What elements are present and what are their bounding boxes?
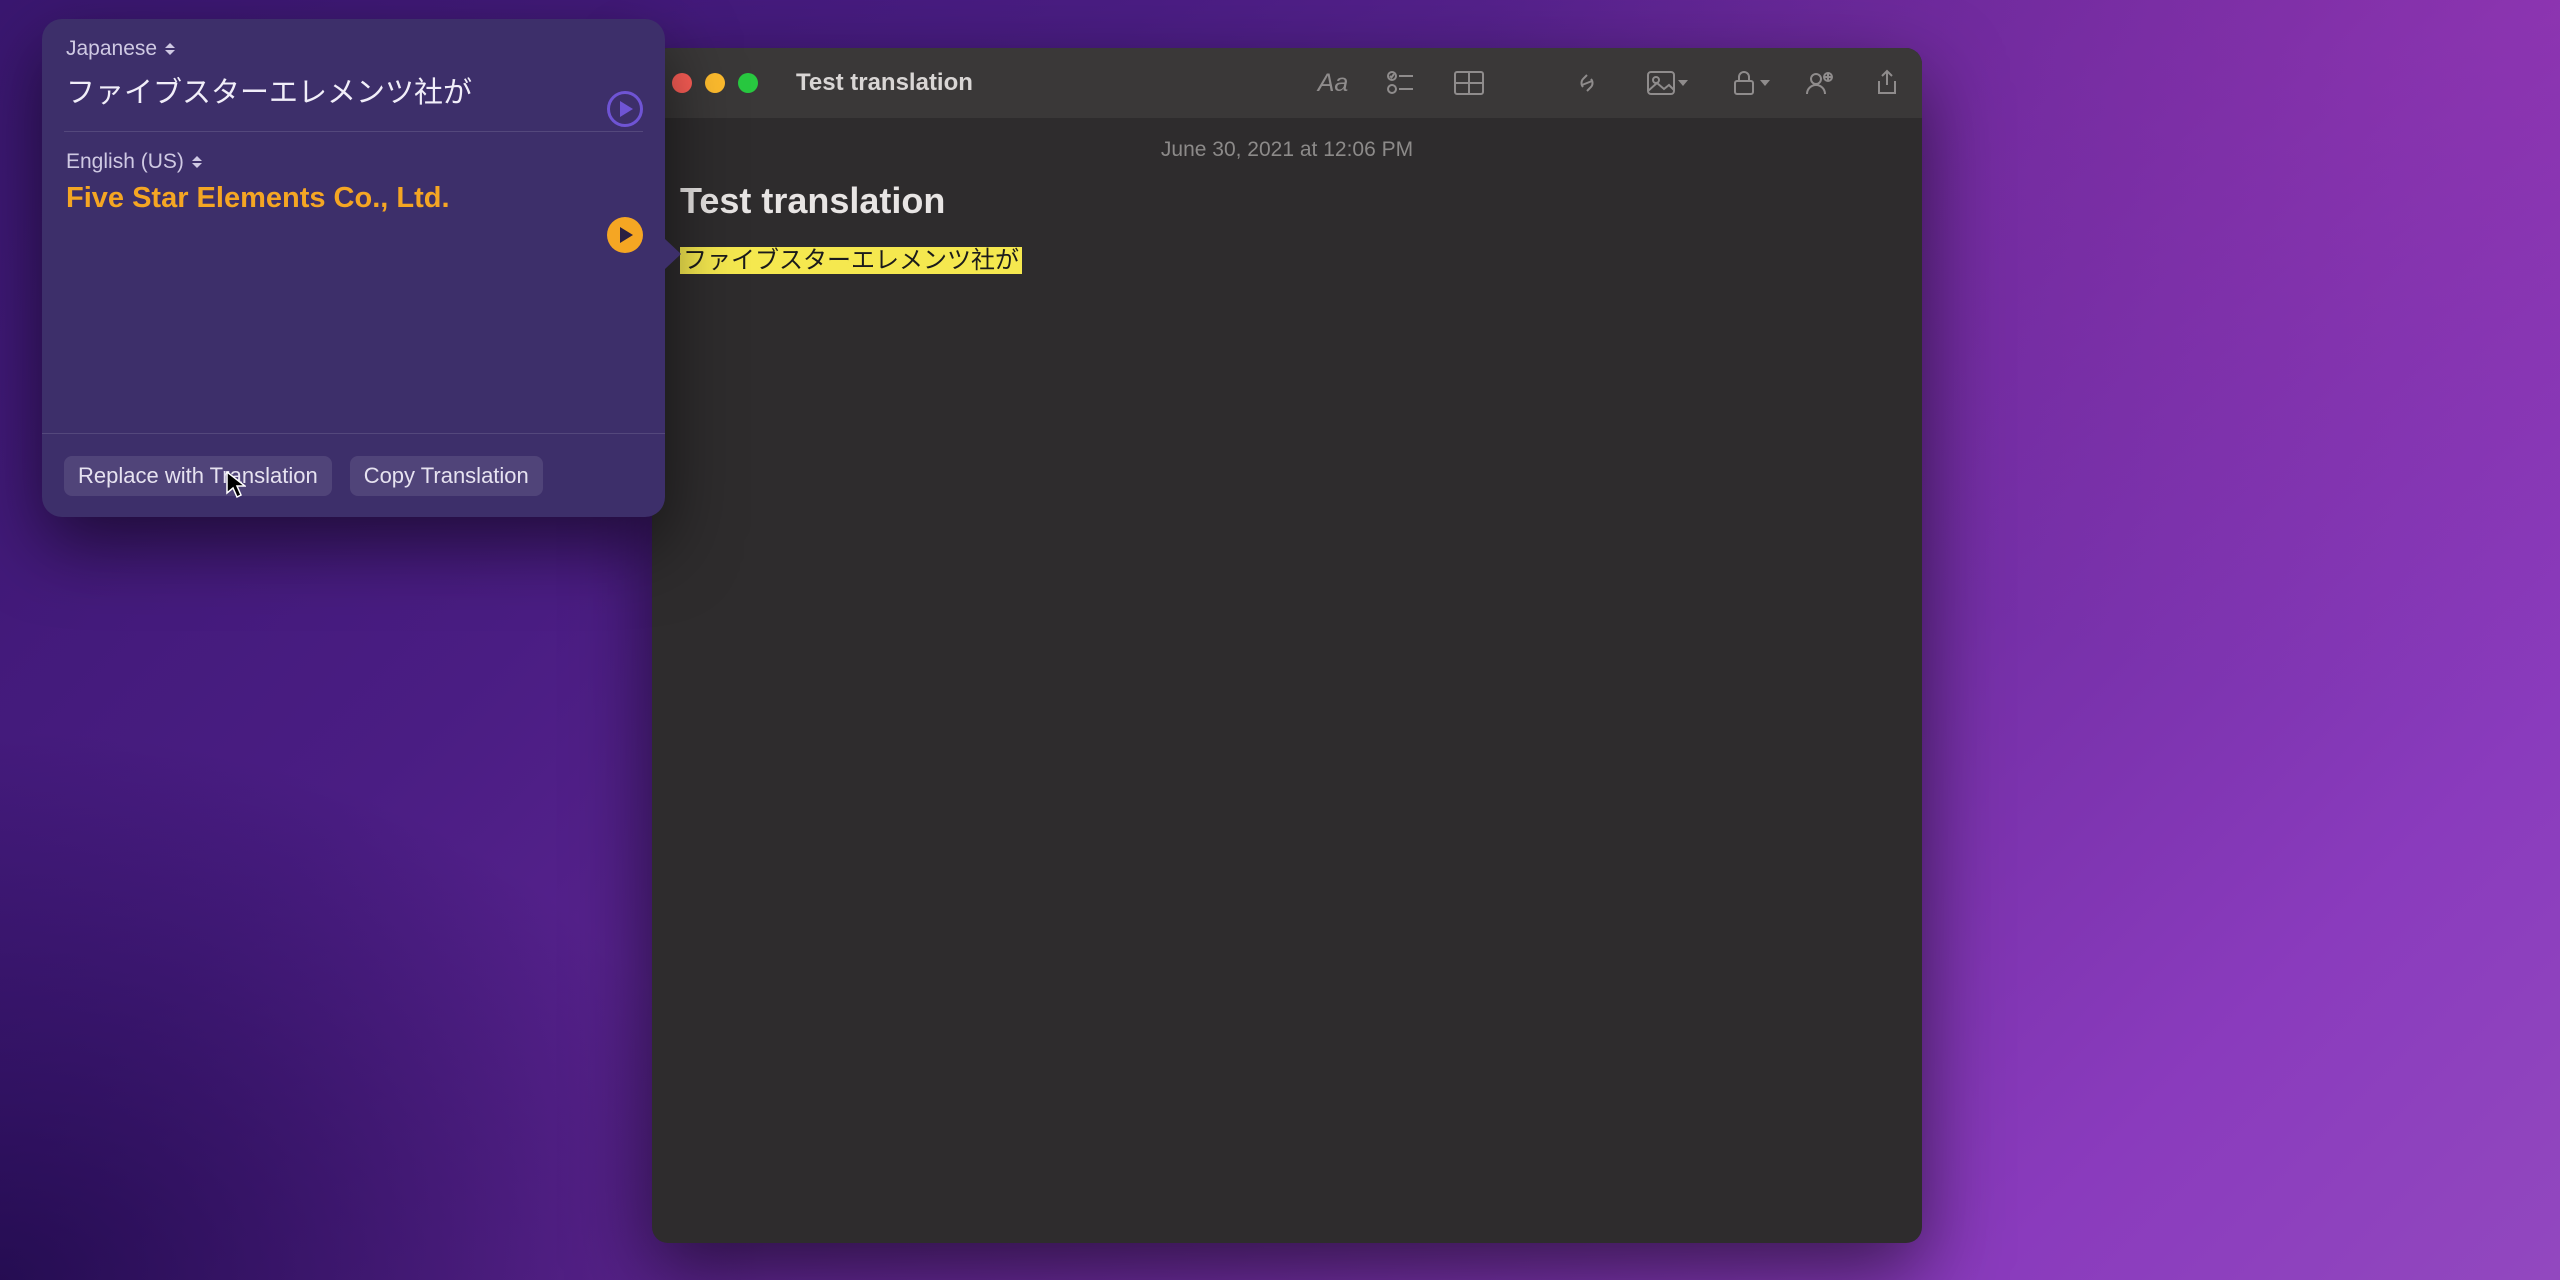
updown-icon <box>192 156 202 168</box>
table-icon[interactable] <box>1454 70 1484 96</box>
play-source-button[interactable] <box>607 91 643 127</box>
play-icon <box>620 227 633 243</box>
source-text: ファイブスターエレメンツ社が <box>66 69 591 111</box>
play-target-button[interactable] <box>607 217 643 253</box>
copy-translation-button[interactable]: Copy Translation <box>350 456 543 496</box>
close-window-button[interactable] <box>672 73 692 93</box>
traffic-lights <box>672 73 758 93</box>
target-text: Five Star Elements Co., Ltd. <box>66 182 591 215</box>
window-title: Test translation <box>796 69 973 97</box>
text-style-icon[interactable]: Aa <box>1318 70 1348 96</box>
zoom-window-button[interactable] <box>738 73 758 93</box>
source-section: Japanese ファイブスターエレメンツ社が <box>42 19 665 131</box>
media-icon[interactable] <box>1640 70 1684 96</box>
lock-icon[interactable] <box>1722 70 1766 96</box>
popover-footer: Replace with Translation Copy Translatio… <box>42 433 665 517</box>
window-titlebar: Test translation Aa <box>652 48 1922 118</box>
target-language-label: English (US) <box>66 150 184 174</box>
chevron-down-icon <box>1760 80 1770 86</box>
target-section: English (US) Five Star Elements Co., Ltd… <box>42 132 665 235</box>
source-language-selector[interactable]: Japanese <box>66 37 175 61</box>
note-date: June 30, 2021 at 12:06 PM <box>680 138 1894 162</box>
minimize-window-button[interactable] <box>705 73 725 93</box>
note-title: Test translation <box>680 180 1894 222</box>
toolbar-icons: Aa <box>1318 70 1902 96</box>
highlighted-selection[interactable]: ファイブスターエレメンツ社が <box>680 247 1022 274</box>
collaborate-icon[interactable] <box>1804 70 1834 96</box>
replace-with-translation-button[interactable]: Replace with Translation <box>64 456 332 496</box>
target-language-selector[interactable]: English (US) <box>66 150 202 174</box>
note-body[interactable]: June 30, 2021 at 12:06 PM Test translati… <box>652 118 1922 291</box>
link-icon[interactable] <box>1572 70 1602 96</box>
chevron-down-icon <box>1678 80 1688 86</box>
notes-window: Test translation Aa <box>652 48 1922 1243</box>
share-icon[interactable] <box>1872 70 1902 96</box>
source-language-label: Japanese <box>66 37 157 61</box>
checklist-icon[interactable] <box>1386 70 1416 96</box>
translation-popover: Japanese ファイブスターエレメンツ社が English (US) Fiv… <box>42 19 665 517</box>
updown-icon <box>165 43 175 55</box>
